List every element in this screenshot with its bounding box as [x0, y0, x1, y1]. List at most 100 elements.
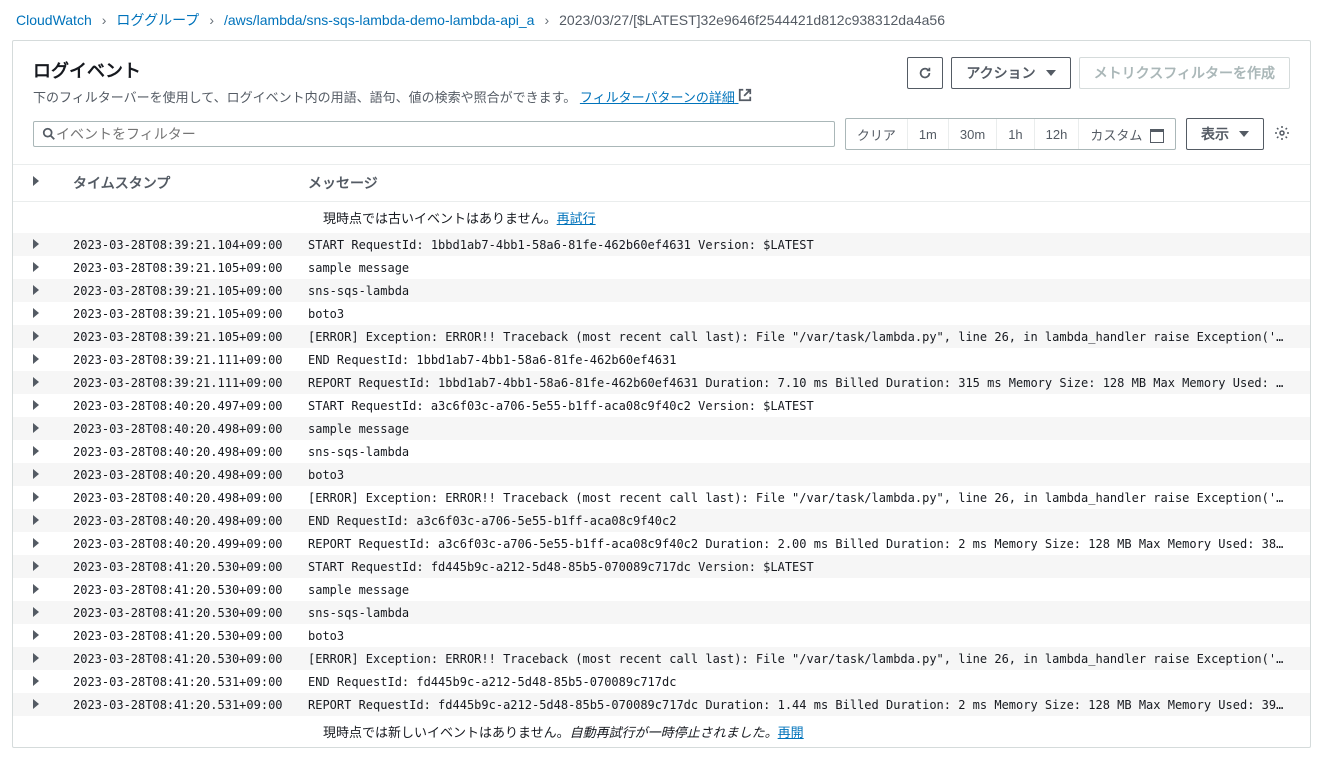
panel-header: ログイベント 下のフィルターバーを使用して、ログイベント内の用語、語句、値の検索…	[13, 41, 1310, 118]
log-timestamp: 2023-03-28T08:41:20.531+09:00	[73, 675, 308, 689]
no-newer-events-row: 現時点では新しいイベントはありません。 自動再試行が一時停止されました。 再開	[13, 716, 1310, 747]
time-range-group: クリア 1m 30m 1h 12h カスタム	[845, 118, 1176, 150]
log-timestamp: 2023-03-28T08:39:21.111+09:00	[73, 353, 308, 367]
expand-toggle[interactable]	[33, 306, 73, 321]
create-metric-filter-button[interactable]: メトリクスフィルターを作成	[1079, 57, 1290, 89]
log-row[interactable]: 2023-03-28T08:41:20.530+09:00START Reque…	[13, 555, 1310, 578]
log-message: START RequestId: fd445b9c-a212-5d48-85b5…	[308, 560, 1290, 574]
expand-toggle[interactable]	[33, 421, 73, 436]
breadcrumb-item[interactable]: CloudWatch	[16, 12, 92, 28]
filter-events-input[interactable]	[56, 126, 826, 142]
clear-button[interactable]: クリア	[846, 119, 908, 149]
log-timestamp: 2023-03-28T08:40:20.499+09:00	[73, 537, 308, 551]
expand-toggle[interactable]	[33, 444, 73, 459]
breadcrumb-item[interactable]: ロググループ	[116, 10, 199, 30]
log-timestamp: 2023-03-28T08:41:20.530+09:00	[73, 560, 308, 574]
log-row[interactable]: 2023-03-28T08:40:20.498+09:00boto3	[13, 463, 1310, 486]
breadcrumb: CloudWatch › ロググループ › /aws/lambda/sns-sqs-la…	[0, 0, 1323, 40]
log-row[interactable]: 2023-03-28T08:40:20.497+09:00START Reque…	[13, 394, 1310, 417]
log-row[interactable]: 2023-03-28T08:41:20.531+09:00END Request…	[13, 670, 1310, 693]
log-row[interactable]: 2023-03-28T08:39:21.105+09:00sample mess…	[13, 256, 1310, 279]
log-timestamp: 2023-03-28T08:41:20.530+09:00	[73, 583, 308, 597]
log-message: [ERROR] Exception: ERROR!! Traceback (mo…	[308, 491, 1290, 505]
log-message: REPORT RequestId: fd445b9c-a212-5d48-85b…	[308, 698, 1290, 712]
log-row[interactable]: 2023-03-28T08:40:20.498+09:00sns-sqs-lam…	[13, 440, 1310, 463]
log-timestamp: 2023-03-28T08:41:20.531+09:00	[73, 698, 308, 712]
log-message: boto3	[308, 307, 1290, 321]
range-custom[interactable]: カスタム	[1079, 119, 1175, 149]
caret-down-icon	[1046, 70, 1056, 76]
calendar-icon	[1150, 129, 1164, 143]
log-message: REPORT RequestId: a3c6f03c-a706-5e55-b1f…	[308, 537, 1290, 551]
log-row[interactable]: 2023-03-28T08:41:20.530+09:00boto3	[13, 624, 1310, 647]
range-1m[interactable]: 1m	[908, 119, 949, 149]
expand-toggle[interactable]	[33, 605, 73, 620]
expand-toggle[interactable]	[33, 375, 73, 390]
log-timestamp: 2023-03-28T08:39:21.105+09:00	[73, 330, 308, 344]
filter-pattern-help-link[interactable]: フィルターパターンの詳細	[580, 90, 753, 105]
log-message: START RequestId: a3c6f03c-a706-5e55-b1ff…	[308, 399, 1290, 413]
log-row[interactable]: 2023-03-28T08:40:20.498+09:00sample mess…	[13, 417, 1310, 440]
log-timestamp: 2023-03-28T08:40:20.498+09:00	[73, 422, 308, 436]
range-1h[interactable]: 1h	[997, 119, 1034, 149]
expand-toggle[interactable]	[33, 398, 73, 413]
expand-toggle[interactable]	[33, 651, 73, 666]
expand-toggle[interactable]	[33, 352, 73, 367]
log-timestamp: 2023-03-28T08:39:21.104+09:00	[73, 238, 308, 252]
range-12h[interactable]: 12h	[1035, 119, 1080, 149]
log-message: sample message	[308, 422, 1290, 436]
refresh-button[interactable]	[907, 57, 943, 89]
log-timestamp: 2023-03-28T08:41:20.530+09:00	[73, 606, 308, 620]
retry-older-link[interactable]: 再試行	[557, 208, 596, 227]
expand-toggle[interactable]	[33, 237, 73, 252]
expand-toggle[interactable]	[33, 329, 73, 344]
log-row[interactable]: 2023-03-28T08:39:21.104+09:00START Reque…	[13, 233, 1310, 256]
log-row[interactable]: 2023-03-28T08:39:21.105+09:00boto3	[13, 302, 1310, 325]
actions-button[interactable]: アクション	[951, 57, 1070, 89]
expand-toggle[interactable]	[33, 513, 73, 528]
expand-toggle[interactable]	[33, 697, 73, 712]
log-timestamp: 2023-03-28T08:39:21.111+09:00	[73, 376, 308, 390]
breadcrumb-item[interactable]: /aws/lambda/sns-sqs-lambda-demo-lambda-a…	[224, 12, 534, 28]
expand-toggle[interactable]	[33, 628, 73, 643]
display-button[interactable]: 表示	[1186, 118, 1264, 150]
log-timestamp: 2023-03-28T08:40:20.498+09:00	[73, 491, 308, 505]
log-message: START RequestId: 1bbd1ab7-4bb1-58a6-81fe…	[308, 238, 1290, 252]
log-row[interactable]: 2023-03-28T08:39:21.111+09:00END Request…	[13, 348, 1310, 371]
col-timestamp[interactable]: タイムスタンプ	[73, 173, 308, 193]
breadcrumb-separator: ›	[544, 12, 549, 28]
log-row[interactable]: 2023-03-28T08:41:20.530+09:00[ERROR] Exc…	[13, 647, 1310, 670]
log-row[interactable]: 2023-03-28T08:40:20.499+09:00REPORT Requ…	[13, 532, 1310, 555]
expand-toggle[interactable]	[33, 490, 73, 505]
expand-toggle[interactable]	[33, 582, 73, 597]
expand-toggle[interactable]	[33, 283, 73, 298]
log-timestamp: 2023-03-28T08:41:20.530+09:00	[73, 652, 308, 666]
log-row[interactable]: 2023-03-28T08:39:21.111+09:00REPORT Requ…	[13, 371, 1310, 394]
expand-toggle[interactable]	[33, 260, 73, 275]
log-row[interactable]: 2023-03-28T08:39:21.105+09:00sns-sqs-lam…	[13, 279, 1310, 302]
settings-button[interactable]	[1274, 125, 1290, 144]
no-older-events-row: 現時点では古いイベントはありません。 再試行	[13, 202, 1310, 233]
log-timestamp: 2023-03-28T08:40:20.497+09:00	[73, 399, 308, 413]
table-header: タイムスタンプ メッセージ	[13, 165, 1310, 202]
log-row[interactable]: 2023-03-28T08:40:20.498+09:00END Request…	[13, 509, 1310, 532]
log-row[interactable]: 2023-03-28T08:41:20.530+09:00sns-sqs-lam…	[13, 601, 1310, 624]
breadcrumb-separator: ›	[102, 12, 107, 28]
log-events-panel: ログイベント 下のフィルターバーを使用して、ログイベント内の用語、語句、値の検索…	[12, 40, 1311, 748]
search-icon	[42, 127, 56, 141]
log-message: boto3	[308, 629, 1290, 643]
expand-all-toggle[interactable]	[33, 173, 73, 193]
log-row[interactable]: 2023-03-28T08:41:20.531+09:00REPORT Requ…	[13, 693, 1310, 716]
log-row[interactable]: 2023-03-28T08:39:21.105+09:00[ERROR] Exc…	[13, 325, 1310, 348]
log-row[interactable]: 2023-03-28T08:41:20.530+09:00sample mess…	[13, 578, 1310, 601]
expand-toggle[interactable]	[33, 536, 73, 551]
expand-toggle[interactable]	[33, 559, 73, 574]
expand-toggle[interactable]	[33, 467, 73, 482]
page-title: ログイベント	[33, 57, 752, 83]
log-message: sample message	[308, 583, 1290, 597]
expand-toggle[interactable]	[33, 674, 73, 689]
resume-link[interactable]: 再開	[778, 722, 804, 741]
col-message[interactable]: メッセージ	[308, 173, 1290, 193]
range-30m[interactable]: 30m	[949, 119, 997, 149]
log-row[interactable]: 2023-03-28T08:40:20.498+09:00[ERROR] Exc…	[13, 486, 1310, 509]
